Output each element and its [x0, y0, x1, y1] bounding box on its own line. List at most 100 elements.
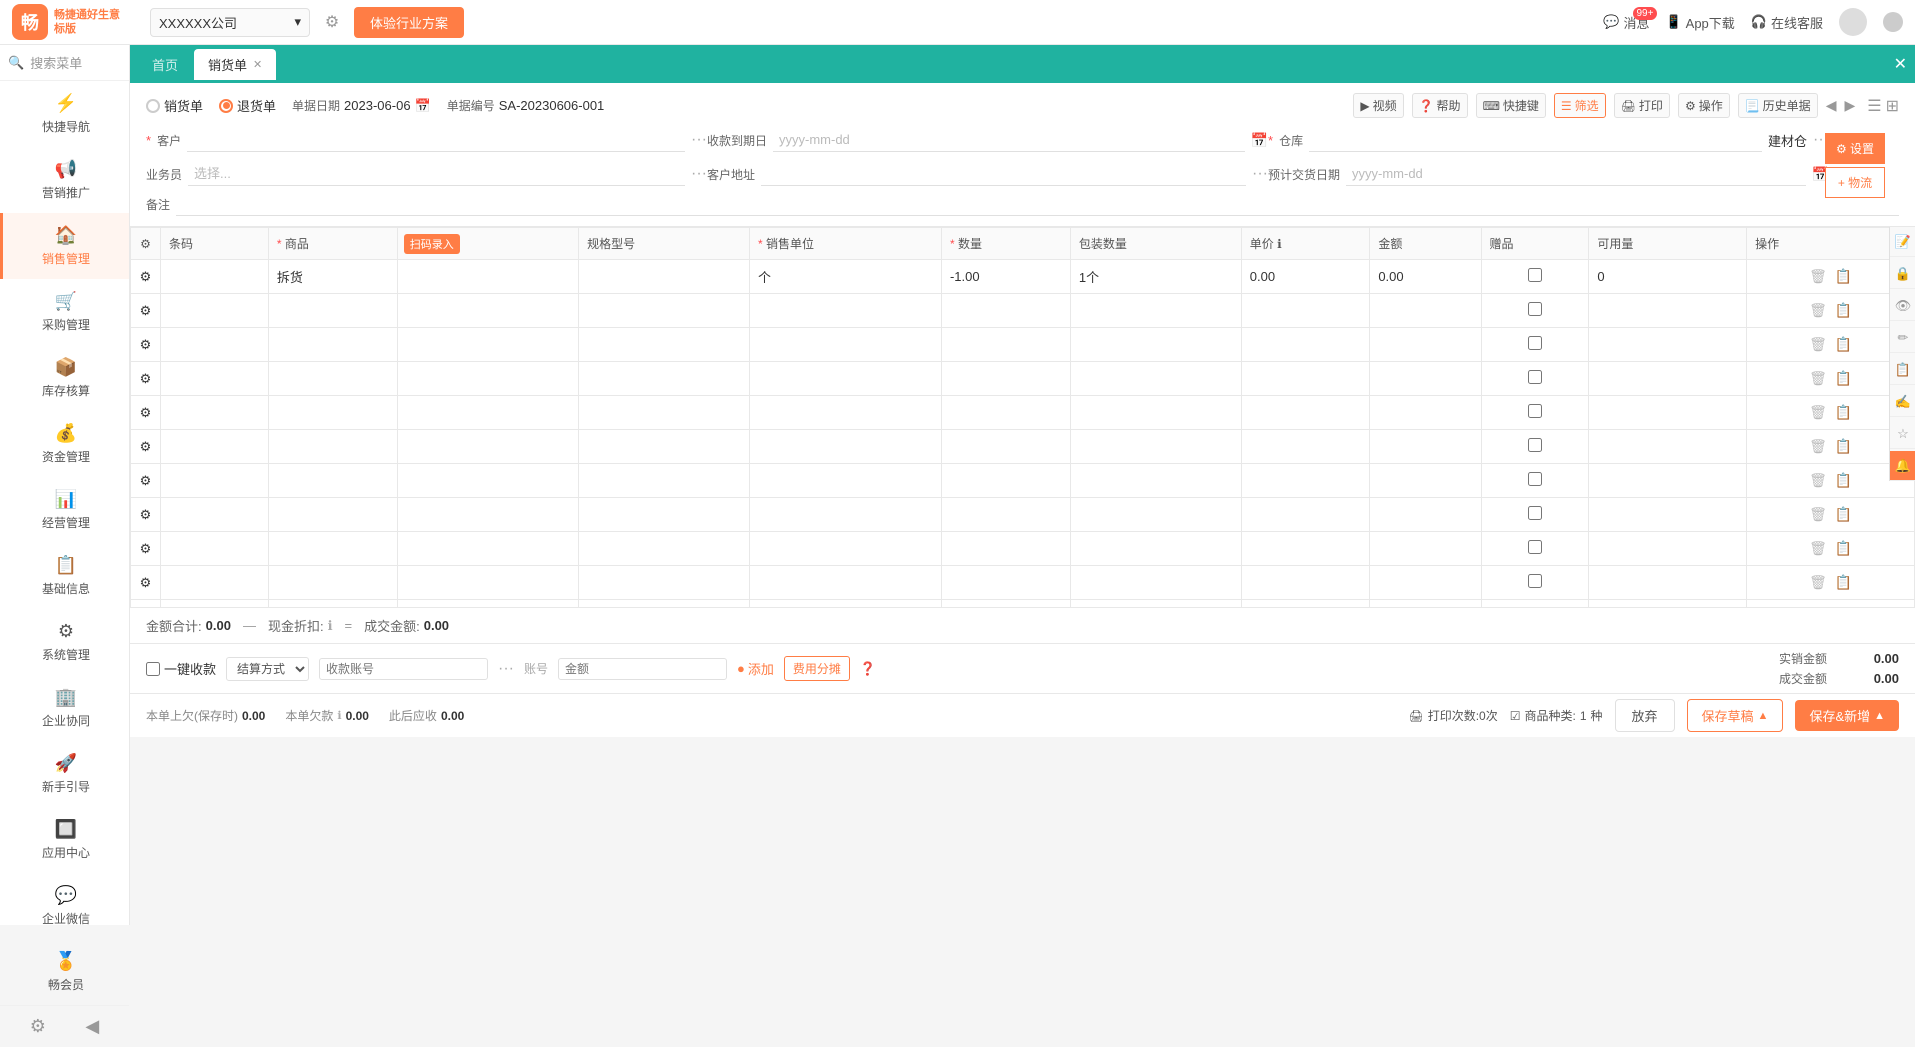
row-barcode[interactable]: [161, 566, 269, 600]
row-gear[interactable]: ⚙: [131, 532, 161, 566]
save-draft-btn[interactable]: 保存草稿 ▲: [1687, 699, 1784, 732]
tab-home[interactable]: 首页: [138, 49, 192, 80]
goods-type[interactable]: ☑ 商品种类: 1 种: [1510, 707, 1603, 724]
row-price[interactable]: [1241, 532, 1370, 566]
row-amount[interactable]: [1370, 328, 1481, 362]
row-qty[interactable]: [941, 464, 1070, 498]
row-gear[interactable]: ⚙: [131, 328, 161, 362]
row-spec[interactable]: [579, 566, 750, 600]
row-gift[interactable]: [1481, 498, 1589, 532]
filter-btn[interactable]: ☰ 筛选: [1554, 93, 1606, 118]
row-price[interactable]: [1241, 294, 1370, 328]
row-barcode[interactable]: [161, 600, 269, 608]
gift-checkbox[interactable]: [1528, 370, 1542, 384]
row-barcode[interactable]: [161, 396, 269, 430]
row-unit[interactable]: [749, 532, 941, 566]
row-gear[interactable]: ⚙: [131, 498, 161, 532]
customer-input[interactable]: [187, 128, 685, 152]
panel-icon-2[interactable]: 🔒: [1890, 259, 1915, 289]
panel-icon-1[interactable]: 📝: [1890, 227, 1915, 257]
payment-account-input[interactable]: [319, 658, 488, 680]
row-gear[interactable]: ⚙: [131, 430, 161, 464]
row-gift[interactable]: [1481, 600, 1589, 608]
row-pack-qty[interactable]: [1070, 498, 1241, 532]
row-barcode[interactable]: [161, 430, 269, 464]
payment-method-select[interactable]: 结算方式: [226, 657, 309, 681]
row-pack-qty[interactable]: [1070, 566, 1241, 600]
history-btn[interactable]: 📃 历史单据: [1738, 93, 1818, 118]
panel-icon-4[interactable]: ✏: [1890, 323, 1915, 353]
copy-row-icon[interactable]: 📋: [1835, 506, 1852, 522]
row-goods[interactable]: [268, 566, 397, 600]
row-gear[interactable]: ⚙: [131, 464, 161, 498]
due-date-calendar-icon[interactable]: 📅: [1251, 132, 1268, 149]
panel-icon-6[interactable]: ✍: [1890, 387, 1915, 417]
delete-row-icon[interactable]: 🗑: [1809, 336, 1827, 352]
account-dots[interactable]: ···: [498, 660, 514, 678]
row-goods[interactable]: [268, 464, 397, 498]
row-amount[interactable]: [1370, 600, 1481, 608]
row-spec[interactable]: [579, 396, 750, 430]
row-unit[interactable]: [749, 430, 941, 464]
row-gift[interactable]: [1481, 294, 1589, 328]
row-goods[interactable]: [268, 396, 397, 430]
customer-addr-dots[interactable]: ···: [1252, 165, 1268, 183]
sidebar-settings-icon[interactable]: ⚙: [30, 1016, 46, 1037]
row-spec[interactable]: [579, 294, 750, 328]
scan-btn[interactable]: 扫码录入: [404, 234, 460, 254]
row-qty[interactable]: [941, 532, 1070, 566]
gift-checkbox[interactable]: [1528, 574, 1542, 588]
row-amount[interactable]: [1370, 464, 1481, 498]
gift-checkbox[interactable]: [1528, 268, 1542, 282]
sidebar-collapse-icon[interactable]: ◀: [85, 1016, 99, 1037]
online-service-btn[interactable]: 🎧 在线客服: [1751, 13, 1823, 32]
delete-row-icon[interactable]: 🗑: [1809, 574, 1827, 590]
row-spec[interactable]: [579, 260, 750, 294]
message-btn[interactable]: 💬 消息 99+: [1603, 13, 1649, 32]
delete-row-icon[interactable]: 🗑: [1809, 370, 1827, 386]
row-unit[interactable]: [749, 566, 941, 600]
row-gear[interactable]: ⚙: [131, 362, 161, 396]
row-gift[interactable]: [1481, 532, 1589, 566]
sidebar-item-basic[interactable]: 📋 基础信息: [0, 543, 129, 609]
row-barcode[interactable]: [161, 362, 269, 396]
warehouse-input[interactable]: [1309, 128, 1762, 152]
row-pack-qty[interactable]: [1070, 600, 1241, 608]
row-pack-qty[interactable]: 1个: [1070, 260, 1241, 294]
row-barcode[interactable]: [161, 328, 269, 362]
row-spec[interactable]: [579, 498, 750, 532]
row-gift[interactable]: [1481, 566, 1589, 600]
row-goods[interactable]: [268, 328, 397, 362]
expense-split-btn[interactable]: 费用分摊: [784, 656, 850, 681]
delete-row-icon[interactable]: 🗑: [1809, 540, 1827, 556]
copy-row-icon[interactable]: 📋: [1835, 438, 1852, 454]
row-price[interactable]: [1241, 600, 1370, 608]
copy-row-icon[interactable]: 📋: [1835, 404, 1852, 420]
sidebar-item-inventory[interactable]: 📦 库存核算: [0, 345, 129, 411]
customer-dots[interactable]: ···: [691, 131, 707, 149]
row-price[interactable]: [1241, 362, 1370, 396]
add-payment-btn[interactable]: ● 添加: [737, 659, 774, 678]
calendar-icon[interactable]: 📅: [415, 98, 431, 114]
panel-icon-5[interactable]: 📋: [1890, 355, 1915, 385]
row-gift[interactable]: [1481, 464, 1589, 498]
row-pack-qty[interactable]: [1070, 328, 1241, 362]
row-pack-qty[interactable]: [1070, 532, 1241, 566]
row-gear[interactable]: ⚙: [131, 294, 161, 328]
gift-checkbox[interactable]: [1528, 438, 1542, 452]
row-gift[interactable]: [1481, 362, 1589, 396]
help-btn[interactable]: ❓ 帮助: [1412, 93, 1468, 118]
radio-sales-order[interactable]: 销货单: [146, 96, 203, 115]
row-spec[interactable]: [579, 328, 750, 362]
row-gift[interactable]: [1481, 396, 1589, 430]
close-window-icon[interactable]: ✕: [1894, 54, 1907, 74]
row-price[interactable]: [1241, 430, 1370, 464]
row-gear[interactable]: ⚙: [131, 396, 161, 430]
row-amount[interactable]: [1370, 498, 1481, 532]
row-goods[interactable]: [268, 532, 397, 566]
row-qty[interactable]: [941, 498, 1070, 532]
row-unit[interactable]: 个: [749, 260, 941, 294]
list-view-icon[interactable]: ☰: [1867, 96, 1881, 116]
row-unit[interactable]: [749, 498, 941, 532]
row-qty[interactable]: [941, 430, 1070, 464]
